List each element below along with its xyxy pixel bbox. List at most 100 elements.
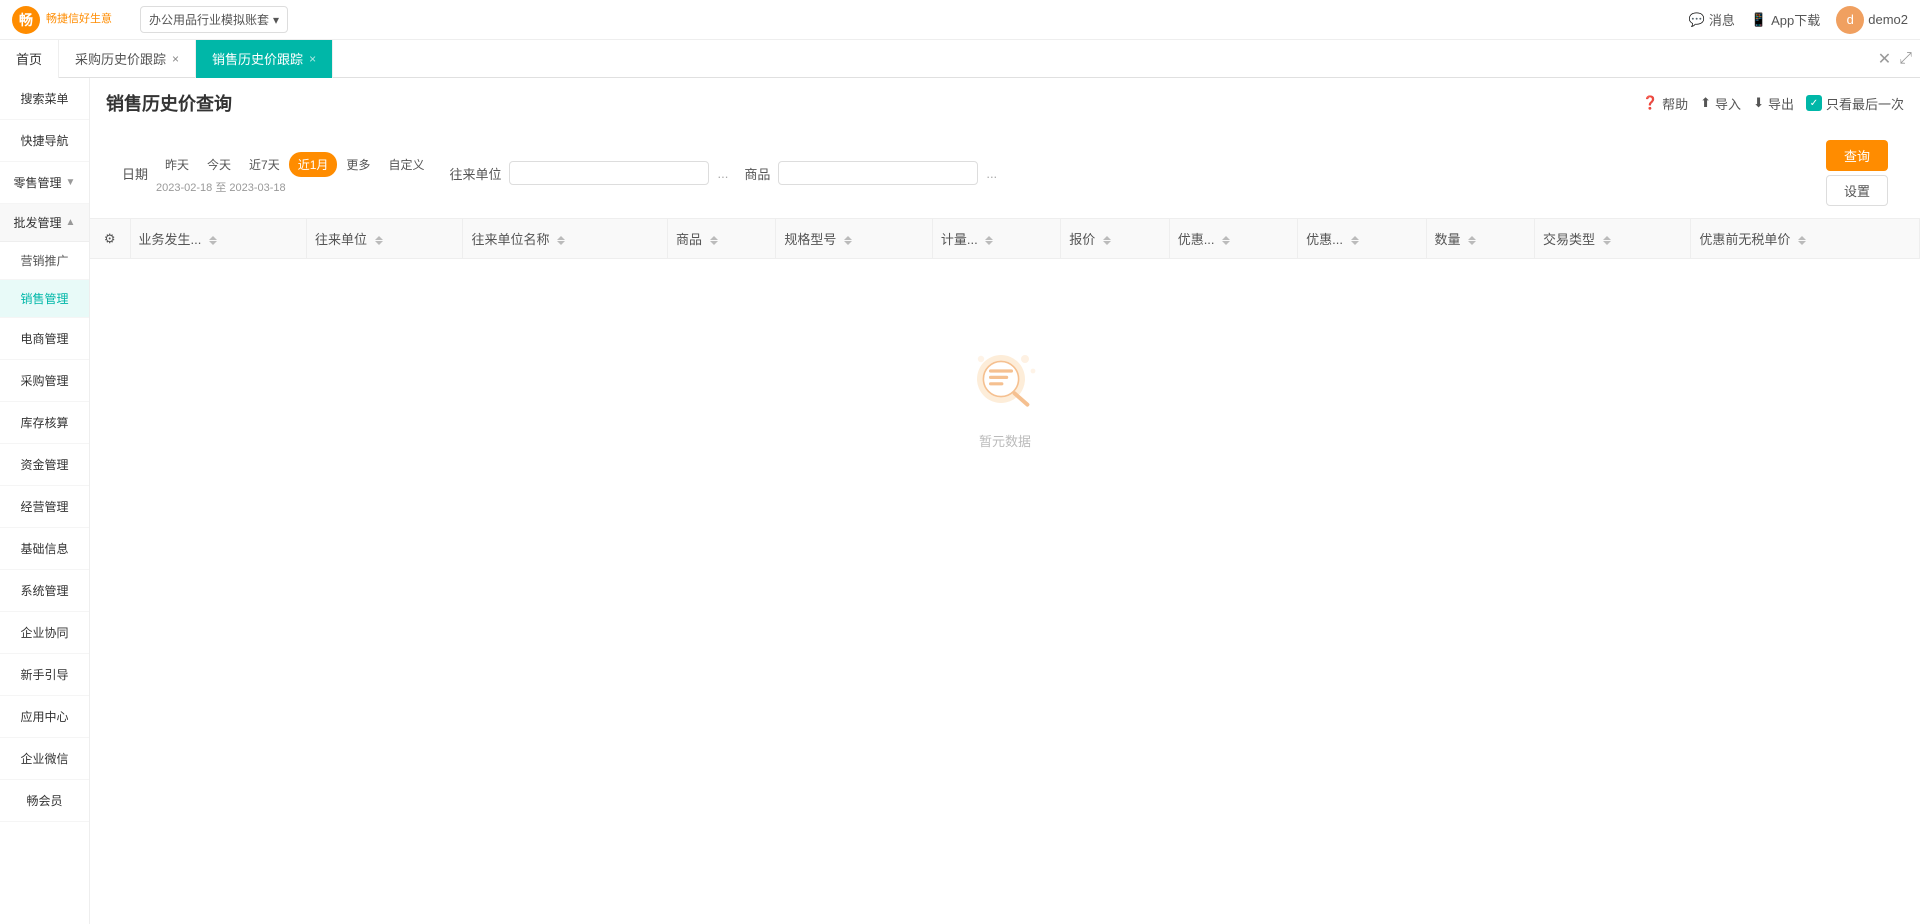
date-last7days[interactable]: 近7天 <box>240 152 289 177</box>
app-selector[interactable]: 办公用品行业模拟账套 ▾ <box>140 6 288 33</box>
th-partner-code[interactable]: 往来单位 <box>306 219 462 259</box>
product-filter-label: 商品 <box>744 164 770 183</box>
message-button[interactable]: 💬 消息 <box>1689 10 1735 29</box>
only-last-once[interactable]: ✓ 只看最后一次 <box>1806 94 1904 113</box>
sidebar-item-enterprise-collab[interactable]: 企业协同 <box>0 612 89 654</box>
th-unit[interactable]: 计量... <box>932 219 1060 259</box>
tab-home[interactable]: 首页 <box>0 40 59 78</box>
logo-text: 畅捷信好生意 <box>46 12 112 26</box>
product-input[interactable] <box>778 161 978 185</box>
retail-mgmt-arrow: ▼ <box>66 177 76 188</box>
username-label: demo2 <box>1868 12 1908 27</box>
sidebar-item-purchase[interactable]: 采购管理 <box>0 360 89 402</box>
date-more[interactable]: 更多 <box>337 152 379 177</box>
th-trade-type-label: 交易类型 <box>1543 232 1595 247</box>
th-partner-code-label: 往来单位 <box>315 232 367 247</box>
sidebar-item-new-guide[interactable]: 新手引导 <box>0 654 89 696</box>
sidebar-item-wholesale-mgmt[interactable]: 批发管理 ▲ <box>0 204 89 242</box>
sidebar-item-inventory[interactable]: 库存核算 <box>0 402 89 444</box>
query-button[interactable]: 查询 <box>1826 140 1888 171</box>
date-yesterday[interactable]: 昨天 <box>156 152 198 177</box>
app-download-icon: 📱 <box>1751 12 1767 28</box>
th-pretax-price-label: 优惠前无税单价 <box>1699 232 1790 247</box>
close-window-icon[interactable]: ✕ <box>1878 49 1891 69</box>
date-last1month[interactable]: 近1月 <box>289 152 338 177</box>
th-discount2[interactable]: 优惠... <box>1298 219 1426 259</box>
th-spec[interactable]: 规格型号 <box>776 219 932 259</box>
th-pretax-price[interactable]: 优惠前无税单价 <box>1691 219 1920 259</box>
sort-pretax-price-icon <box>1798 236 1806 245</box>
help-button[interactable]: ❓ 帮助 <box>1642 94 1688 113</box>
app-download-label: App下载 <box>1771 10 1820 29</box>
sort-trade-type-icon <box>1603 236 1611 245</box>
tab-sales-close-icon[interactable]: × <box>309 52 316 66</box>
sidebar-item-operations[interactable]: 经营管理 <box>0 486 89 528</box>
product-filter-group: 商品 ... <box>744 161 997 185</box>
supplier-dots[interactable]: ... <box>717 166 728 181</box>
sort-price-icon <box>1103 236 1111 245</box>
tab-sales-history[interactable]: 销售历史价跟踪 × <box>196 40 333 78</box>
sidebar-item-finance[interactable]: 资金管理 <box>0 444 89 486</box>
page-title-row: 销售历史价查询 ❓ 帮助 ⬆ 导入 ⬇ 导出 ✓ <box>106 90 1904 116</box>
table-header: ⚙ 业务发生... 往来单位 <box>90 219 1920 259</box>
sort-partner-code-icon <box>375 236 383 245</box>
th-price[interactable]: 报价 <box>1061 219 1169 259</box>
sidebar-item-basic-info[interactable]: 基础信息 <box>0 528 89 570</box>
date-today[interactable]: 今天 <box>198 152 240 177</box>
logo-area: 畅 畅捷信好生意 <box>12 6 112 34</box>
sort-spec-icon <box>844 236 852 245</box>
retail-mgmt-label: 零售管理 <box>14 174 62 191</box>
basic-info-label: 基础信息 <box>20 540 68 557</box>
marketing-label: 营销推广 <box>20 254 68 268</box>
sidebar-item-ecommerce[interactable]: 电商管理 <box>0 318 89 360</box>
supplier-input[interactable] <box>509 161 709 185</box>
sort-unit-icon <box>985 236 993 245</box>
supplier-filter-group: 往来单位 ... <box>449 161 728 185</box>
vip-label: 畅会员 <box>26 792 62 809</box>
enterprise-collab-label: 企业协同 <box>20 624 68 641</box>
import-icon: ⬆ <box>1700 95 1711 111</box>
sidebar-item-enterprise-wechat[interactable]: 企业微信 <box>0 738 89 780</box>
date-options-group: 昨天 今天 近7天 近1月 更多 自定义 2023-02-18 至 2023-0… <box>156 152 433 195</box>
no-data-icon <box>965 339 1045 419</box>
date-custom[interactable]: 自定义 <box>379 152 433 177</box>
th-partner-name[interactable]: 往来单位名称 <box>463 219 668 259</box>
sidebar-item-app-center[interactable]: 应用中心 <box>0 696 89 738</box>
th-biz-date[interactable]: 业务发生... <box>130 219 306 259</box>
sidebar-item-quick-nav[interactable]: 快捷导航 <box>0 120 89 162</box>
import-label: 导入 <box>1715 94 1741 113</box>
tab-purchase-close-icon[interactable]: × <box>172 52 179 66</box>
avatar: d <box>1836 6 1864 34</box>
sidebar-item-search-menu[interactable]: 搜索菜单 <box>0 78 89 120</box>
th-discount2-label: 优惠... <box>1306 232 1343 247</box>
only-last-checkbox[interactable]: ✓ <box>1806 95 1822 111</box>
export-button[interactable]: ⬇ 导出 <box>1753 94 1794 113</box>
app-selector-label: 办公用品行业模拟账套 <box>149 11 269 28</box>
user-menu[interactable]: d demo2 <box>1836 6 1908 34</box>
date-options: 昨天 今天 近7天 近1月 更多 自定义 <box>156 152 433 177</box>
sidebar-item-vip[interactable]: 畅会员 <box>0 780 89 822</box>
logo-icon: 畅 <box>12 6 40 34</box>
maximize-window-icon[interactable]: ⤢ <box>1899 50 1912 68</box>
sidebar-item-system[interactable]: 系统管理 <box>0 570 89 612</box>
th-product[interactable]: 商品 <box>667 219 775 259</box>
search-menu-label: 搜索菜单 <box>20 90 68 107</box>
header-left: 畅 畅捷信好生意 办公用品行业模拟账套 ▾ <box>12 6 288 34</box>
tab-purchase-history[interactable]: 采购历史价跟踪 × <box>59 40 196 78</box>
product-dots[interactable]: ... <box>986 166 997 181</box>
sidebar-item-marketing[interactable]: 营销推广 <box>0 242 89 280</box>
th-quantity-label: 数量 <box>1435 232 1461 247</box>
sidebar-item-retail-mgmt[interactable]: 零售管理 ▼ <box>0 162 89 204</box>
import-button[interactable]: ⬆ 导入 <box>1700 94 1741 113</box>
th-trade-type[interactable]: 交易类型 <box>1534 219 1690 259</box>
date-filter-group: 日期 昨天 今天 近7天 近1月 更多 自定义 2023-02-18 至 202… <box>122 152 433 195</box>
app-download-button[interactable]: 📱 App下载 <box>1751 10 1820 29</box>
settings-button[interactable]: 设置 <box>1826 175 1888 206</box>
sidebar-item-sales-mgmt[interactable]: 销售管理 <box>0 280 89 318</box>
content-area: 销售历史价查询 ❓ 帮助 ⬆ 导入 ⬇ 导出 ✓ <box>90 78 1920 924</box>
sort-partner-name-icon <box>557 236 565 245</box>
th-discount1[interactable]: 优惠... <box>1169 219 1297 259</box>
tab-sales-history-label: 销售历史价跟踪 <box>212 49 303 68</box>
th-quantity[interactable]: 数量 <box>1426 219 1534 259</box>
th-gear[interactable]: ⚙ <box>90 219 130 259</box>
